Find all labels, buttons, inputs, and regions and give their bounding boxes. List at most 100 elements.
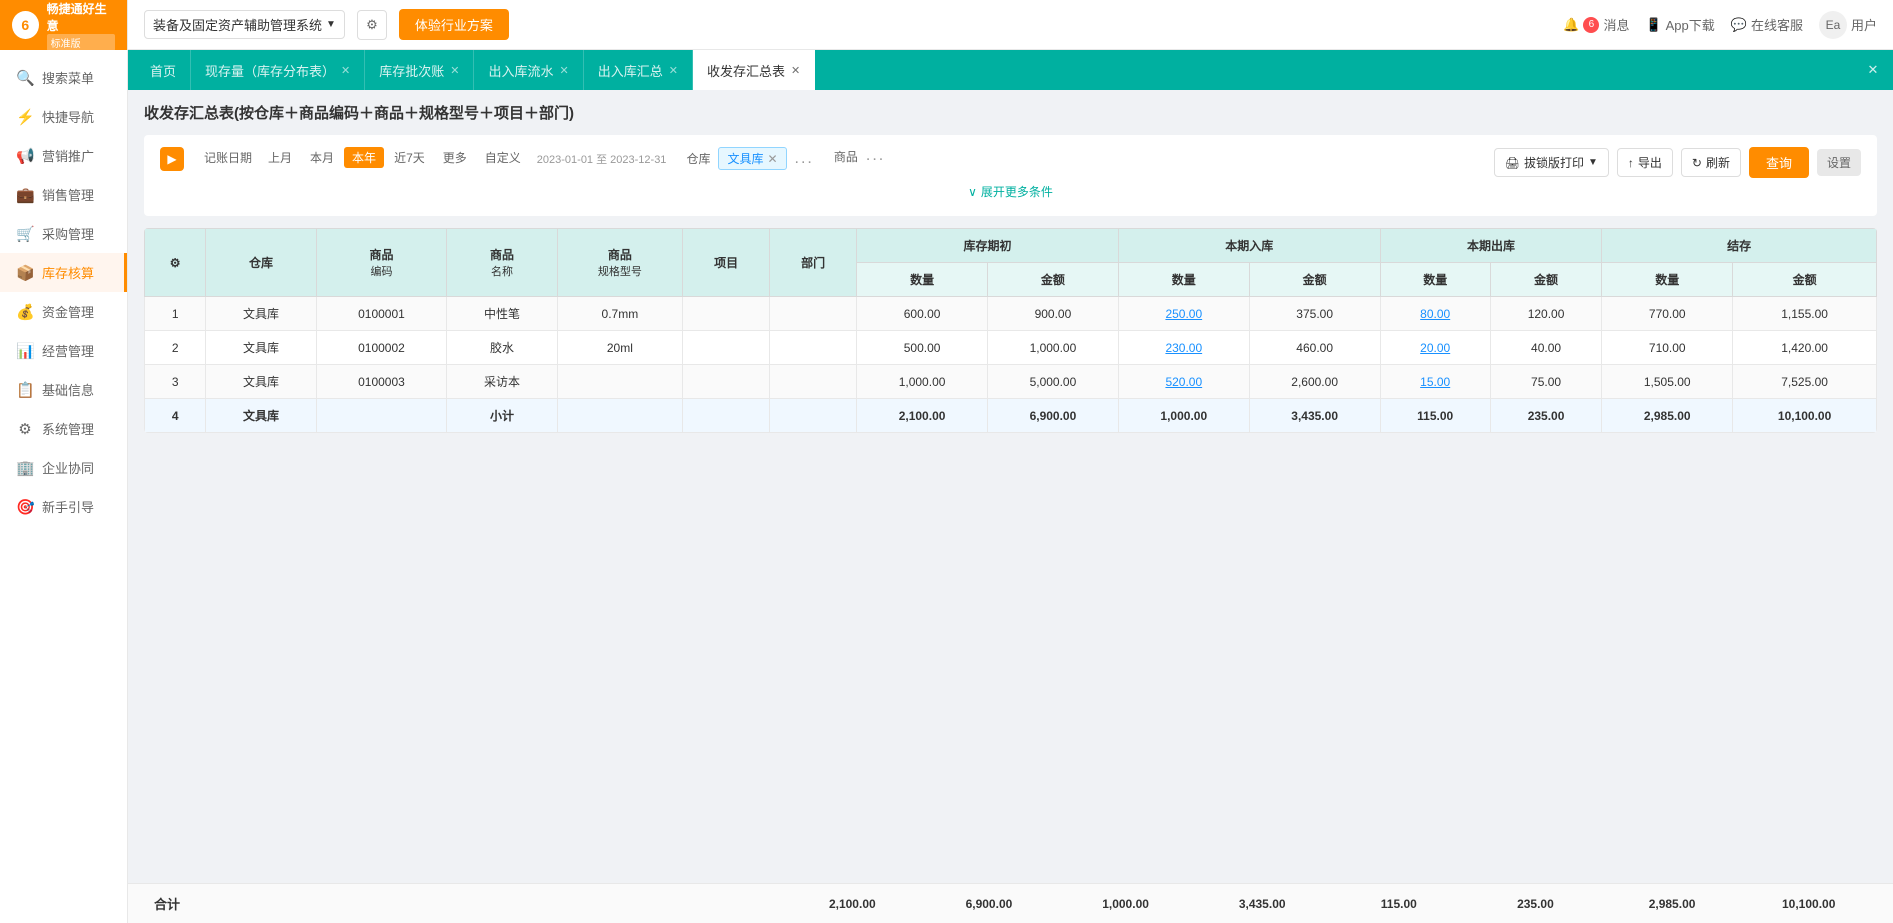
cell-out-qty[interactable]: 80.00 — [1380, 297, 1490, 331]
cell-out-amt: 120.00 — [1490, 297, 1602, 331]
app-download-item[interactable]: 📱 App下载 — [1645, 15, 1714, 34]
close-icon[interactable]: ✕ — [791, 64, 800, 77]
cell-out-qty: 115.00 — [1380, 399, 1490, 433]
user-item[interactable]: Ea 用户 — [1819, 11, 1877, 39]
close-all-tabs-button[interactable]: ✕ — [1853, 50, 1893, 90]
cell-product-code — [316, 399, 447, 433]
cell-in-qty[interactable]: 520.00 — [1118, 365, 1249, 399]
cell-no: 1 — [145, 297, 206, 331]
trial-button[interactable]: 体验行业方案 — [399, 9, 509, 40]
footer-opening-amt: 6,900.00 — [921, 897, 1058, 911]
cell-out-amt: 235.00 — [1490, 399, 1602, 433]
warehouse-filter-col: 仓库 文具库 ✕ ... — [686, 147, 813, 170]
col-product-spec-header: 商品规格型号 — [557, 229, 683, 297]
gear-icon: ⚙ — [366, 17, 378, 33]
tabbar: 首页 现存量（库存分布表） ✕ 库存批次账 ✕ 出入库流水 ✕ 出入库汇总 ✕ … — [128, 50, 1893, 90]
date-btn-7days[interactable]: 近7天 — [386, 147, 433, 168]
cell-in-qty[interactable]: 230.00 — [1118, 331, 1249, 365]
cell-project — [683, 399, 770, 433]
sidebar-item-marketing[interactable]: 📢 营销推广 — [0, 136, 127, 175]
sidebar-item-search[interactable]: 🔍 搜索菜单 — [0, 58, 127, 97]
tab-inventory-dist[interactable]: 现存量（库存分布表） ✕ — [191, 50, 365, 90]
date-btn-this-year[interactable]: 本年 — [344, 147, 384, 168]
close-icon[interactable]: ✕ — [560, 64, 569, 77]
logo-badge: 标准版 — [47, 34, 115, 51]
main-content: 收发存汇总表(按仓库＋商品编码＋商品＋规格型号＋项目＋部门) ▶ 记账日期 上月… — [128, 90, 1893, 923]
date-btn-more[interactable]: 更多 — [435, 147, 475, 168]
lightning-icon: ⚡ — [16, 108, 34, 126]
sidebar-item-label: 企业协同 — [42, 458, 94, 477]
sidebar-item-sales[interactable]: 💼 销售管理 — [0, 175, 127, 214]
col-settings-header[interactable]: ⚙ — [145, 229, 206, 297]
col-in-header: 本期入库 — [1118, 229, 1380, 263]
date-btn-custom[interactable]: 自定义 — [477, 147, 529, 168]
online-service-item[interactable]: 💬 在线客服 — [1731, 15, 1803, 34]
cell-no: 2 — [145, 331, 206, 365]
print-button[interactable]: 🖨 拔锁版打印 ▼ — [1494, 148, 1609, 177]
cell-opening-qty: 2,100.00 — [857, 399, 988, 433]
logo-icon: 6 — [12, 11, 39, 39]
system-name: 装备及固定资产辅助管理系统 — [153, 15, 322, 34]
tab-label: 收发存汇总表 — [707, 61, 785, 80]
sidebar-item-system[interactable]: ⚙ 系统管理 — [0, 409, 127, 448]
footer-opening-qty: 2,100.00 — [784, 897, 921, 911]
cell-opening-amt: 1,000.00 — [988, 331, 1119, 365]
sidebar-item-label: 系统管理 — [42, 419, 94, 438]
cell-in-qty[interactable]: 250.00 — [1118, 297, 1249, 331]
cell-no: 3 — [145, 365, 206, 399]
close-icon[interactable]: ✕ — [341, 64, 350, 77]
system-selector[interactable]: 装备及固定资产辅助管理系统 ▼ — [144, 10, 345, 39]
cell-out-qty[interactable]: 20.00 — [1380, 331, 1490, 365]
expand-more-button[interactable]: ∨ 展开更多条件 — [968, 179, 1053, 204]
notifications-label: 消息 — [1603, 15, 1629, 34]
gear-button[interactable]: ⚙ — [357, 10, 387, 40]
table-footer: 合计 2,100.00 6,900.00 1,000.00 3,435.00 1… — [128, 883, 1893, 923]
sidebar-logo: 6 畅捷通好生意 标准版 — [0, 0, 127, 50]
tab-home[interactable]: 首页 — [136, 50, 191, 90]
refresh-button[interactable]: ↻ 刷新 — [1681, 148, 1741, 177]
sidebar-item-label: 资金管理 — [42, 302, 94, 321]
tab-inout-flow[interactable]: 出入库流水 ✕ — [474, 50, 583, 90]
cell-opening-qty: 500.00 — [857, 331, 988, 365]
sidebar-item-basic-info[interactable]: 📋 基础信息 — [0, 370, 127, 409]
cell-in-qty: 1,000.00 — [1118, 399, 1249, 433]
col-project-header: 项目 — [683, 229, 770, 297]
sidebar-item-enterprise[interactable]: 🏢 企业协同 — [0, 448, 127, 487]
footer-closing-amt: 10,100.00 — [1740, 897, 1877, 911]
tab-receive-send[interactable]: 收发存汇总表 ✕ — [693, 50, 815, 90]
sidebar-item-ops[interactable]: 📊 经营管理 — [0, 331, 127, 370]
date-btn-last-month[interactable]: 上月 — [260, 147, 300, 168]
tab-batch[interactable]: 库存批次账 ✕ — [365, 50, 474, 90]
setting-button[interactable]: 设置 — [1817, 149, 1861, 176]
col-closing-qty-header: 数量 — [1602, 263, 1733, 297]
date-buttons: 上月 本月 本年 近7天 更多 自定义 — [260, 147, 529, 168]
cell-project — [683, 297, 770, 331]
filter-expand-button[interactable]: ▶ — [160, 147, 184, 171]
cell-closing-qty: 770.00 — [1602, 297, 1733, 331]
date-label: 记账日期 — [204, 149, 252, 166]
product-more-button[interactable]: ... — [866, 147, 885, 165]
sidebar-item-beginner[interactable]: 🎯 新手引导 — [0, 487, 127, 526]
sidebar-item-inventory[interactable]: 📦 库存核算 — [0, 253, 127, 292]
sidebar-item-purchase[interactable]: 🛒 采购管理 — [0, 214, 127, 253]
cell-no: 4 — [145, 399, 206, 433]
cell-product-name: 中性笔 — [447, 297, 557, 331]
sidebar-item-quick-nav[interactable]: ⚡ 快捷导航 — [0, 97, 127, 136]
notifications-item[interactable]: 🔔 6 消息 — [1563, 15, 1629, 34]
cell-out-qty[interactable]: 15.00 — [1380, 365, 1490, 399]
sidebar-item-finance[interactable]: 💰 资金管理 — [0, 292, 127, 331]
query-button[interactable]: 查询 — [1749, 147, 1809, 178]
topbar-right: 🔔 6 消息 📱 App下载 💬 在线客服 Ea 用户 — [1563, 11, 1877, 39]
close-icon[interactable]: ✕ — [450, 64, 459, 77]
cell-opening-qty: 600.00 — [857, 297, 988, 331]
warehouse-remove-icon[interactable]: ✕ — [767, 152, 777, 166]
tab-inout-summary[interactable]: 出入库汇总 ✕ — [584, 50, 693, 90]
sidebar: 6 畅捷通好生意 标准版 🔍 搜索菜单 ⚡ 快捷导航 📢 营销推广 💼 销售管理… — [0, 0, 128, 923]
close-icon[interactable]: ✕ — [669, 64, 678, 77]
date-btn-this-month[interactable]: 本月 — [302, 147, 342, 168]
cell-product-name: 胶水 — [447, 331, 557, 365]
cell-product-code: 0100003 — [316, 365, 447, 399]
warehouse-more-button[interactable]: ... — [795, 150, 814, 168]
sidebar-item-label: 搜索菜单 — [42, 68, 94, 87]
export-button[interactable]: ↑ 导出 — [1617, 148, 1673, 177]
